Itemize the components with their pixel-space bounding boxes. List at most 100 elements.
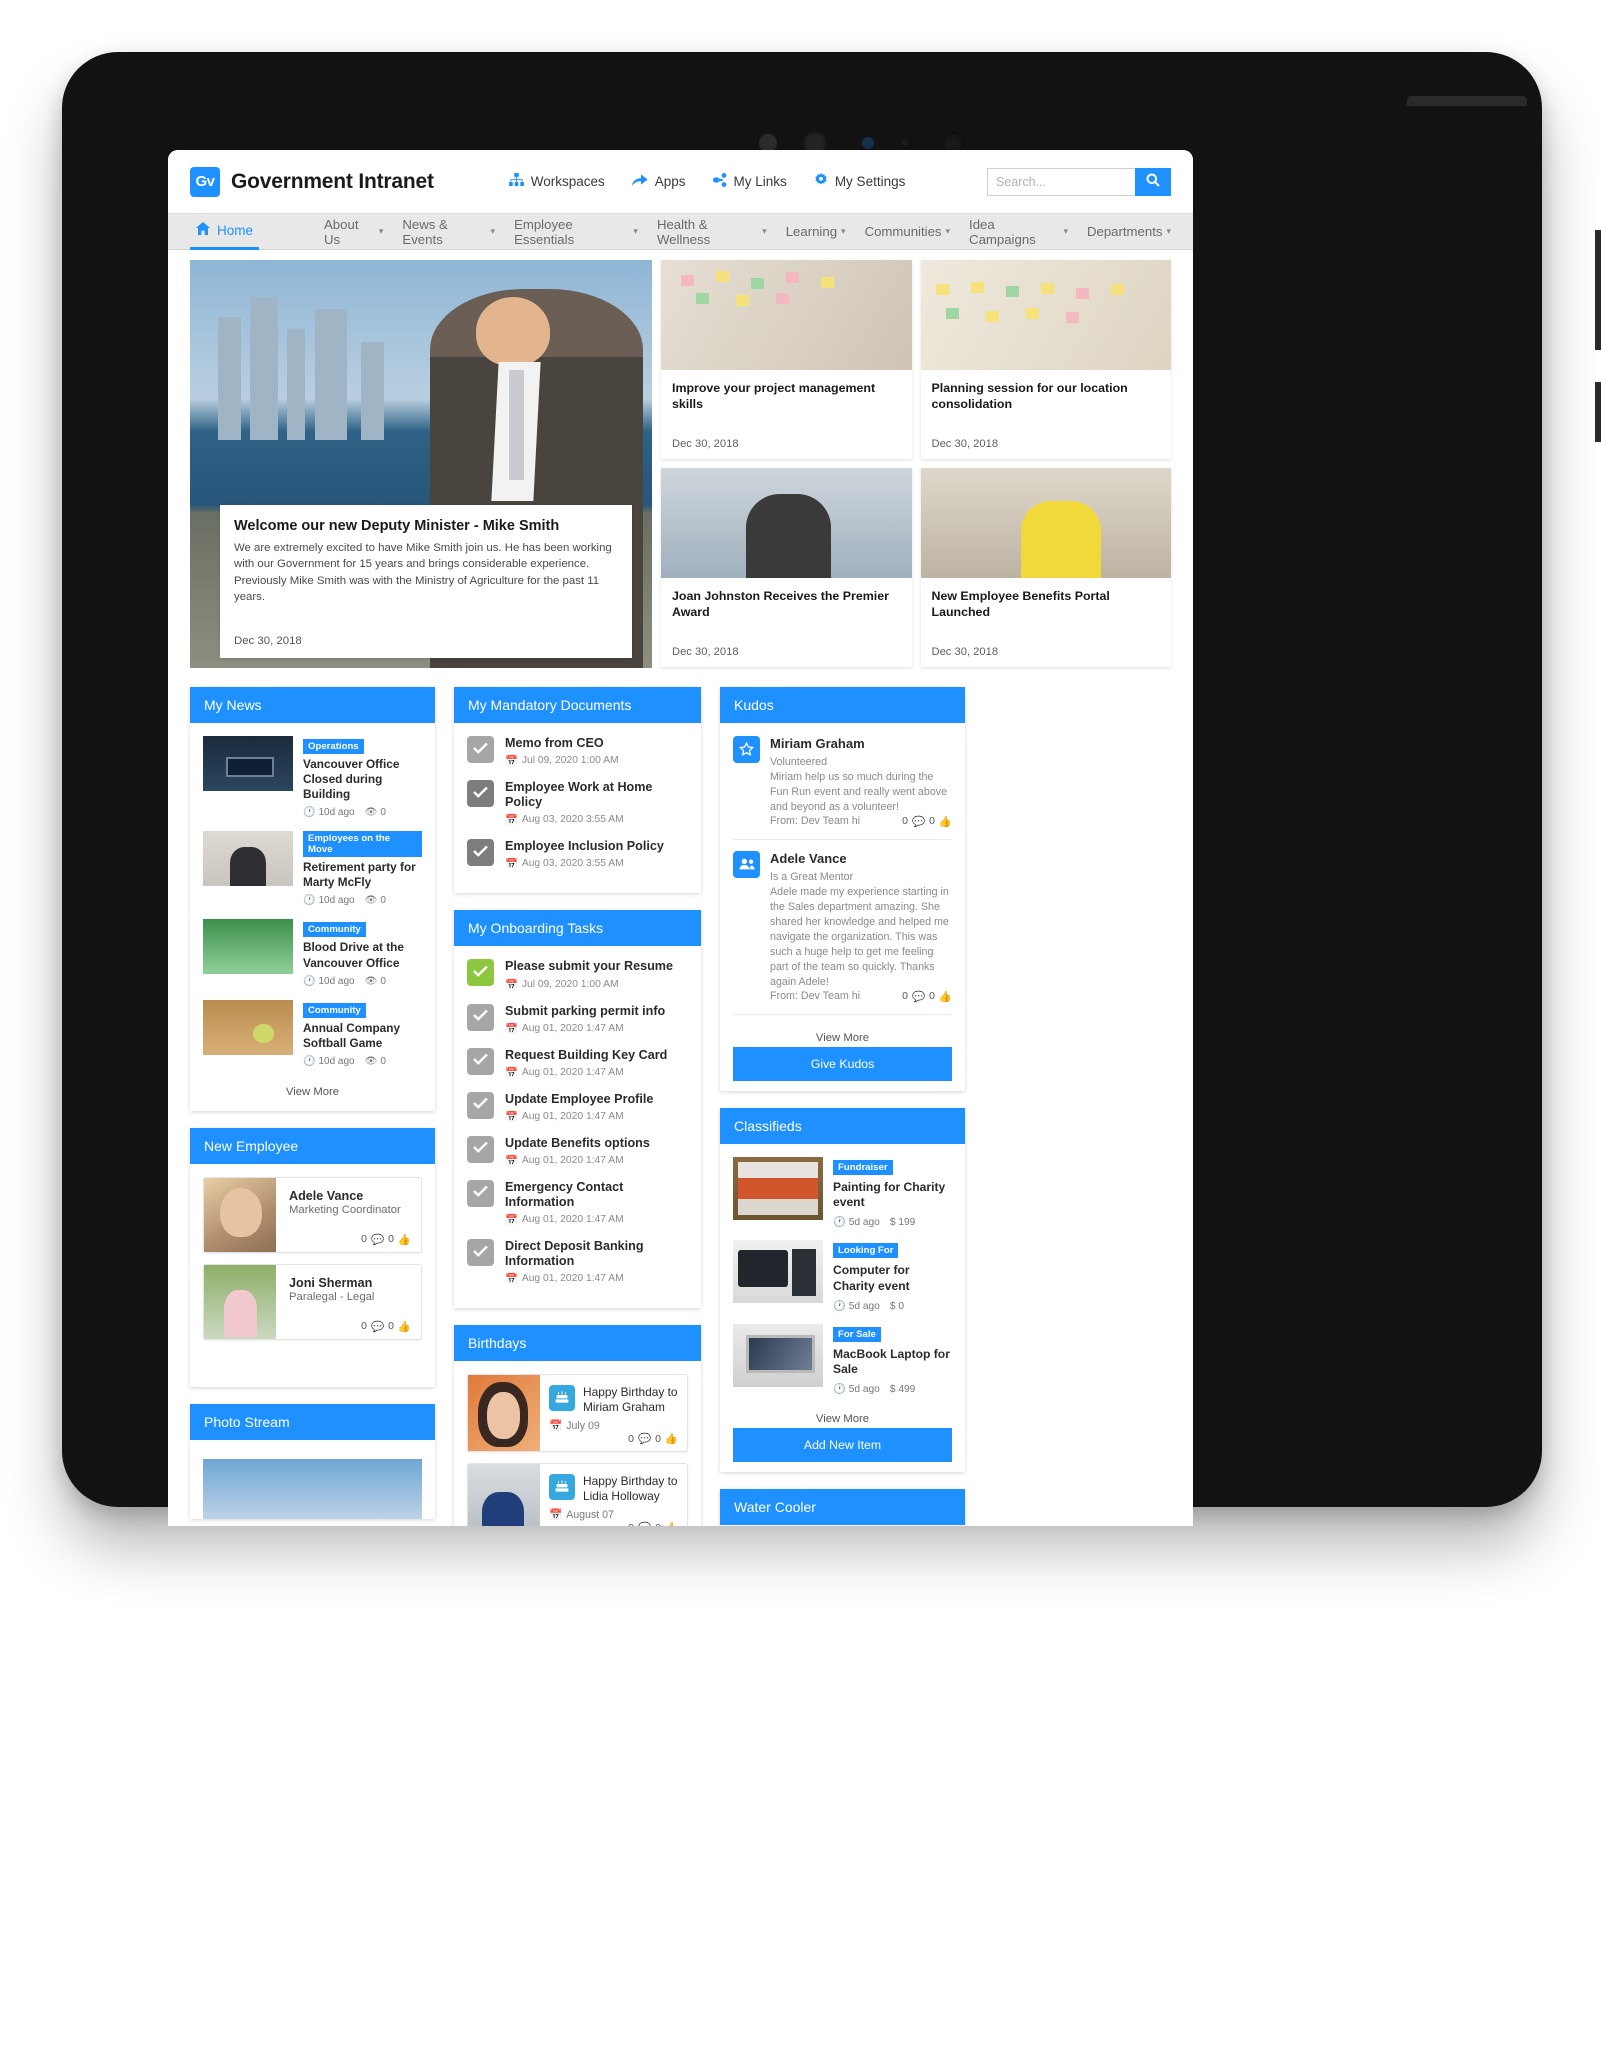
reaction-bar[interactable]: 0 💬 0 👍 xyxy=(902,990,952,1003)
list-item[interactable]: Update Benefits options 📅 Aug 01, 2020 1:… xyxy=(467,1135,688,1167)
comment-icon[interactable]: 💬 xyxy=(371,1233,384,1246)
reaction-bar[interactable]: 0 💬 0 👍 xyxy=(289,1233,411,1246)
checkbox[interactable] xyxy=(467,1003,494,1031)
checkbox[interactable] xyxy=(467,1179,494,1207)
chevron-down-icon: ▾ xyxy=(762,226,767,236)
chevron-down-icon: ▾ xyxy=(945,226,951,236)
comment-icon[interactable]: 💬 xyxy=(912,815,925,828)
comment-icon[interactable]: 💬 xyxy=(371,1320,384,1333)
search-button[interactable] xyxy=(1135,167,1171,196)
checkbox[interactable] xyxy=(467,1135,494,1163)
list-item[interactable]: Request Building Key Card 📅 Aug 01, 2020 … xyxy=(467,1047,688,1079)
check-icon xyxy=(473,741,488,759)
checkbox[interactable] xyxy=(467,736,494,763)
thumbs-up-icon[interactable]: 👍 xyxy=(665,1521,678,1526)
reaction-bar[interactable]: 0 💬 0 👍 xyxy=(902,815,952,828)
app-logo[interactable]: Gv xyxy=(190,166,220,197)
panel-title: Photo Stream xyxy=(190,1403,435,1440)
list-item[interactable]: Update Employee Profile 📅 Aug 01, 2020 1:… xyxy=(467,1091,688,1123)
thumbs-up-icon[interactable]: 👍 xyxy=(939,990,952,1003)
menu-item-about-us[interactable]: About Us ▾ xyxy=(324,217,383,247)
hero-tile-image xyxy=(661,260,912,370)
menu-item-label: Home xyxy=(217,222,254,238)
classified-price: $ 199 xyxy=(889,1217,916,1229)
list-item[interactable]: Employees on the Move Retirement party f… xyxy=(203,831,422,906)
hero-featured-story[interactable]: Welcome our new Deputy Minister - Mike S… xyxy=(190,260,652,668)
list-item[interactable]: For Sale MacBook Laptop for Sale 🕐 5d ago… xyxy=(733,1323,952,1395)
list-item[interactable]: Employee Work at Home Policy 📅 Aug 03, 20… xyxy=(467,780,688,826)
menu-item-idea-campaigns[interactable]: Idea Campaigns ▾ xyxy=(969,217,1068,247)
hero-tile-1[interactable]: Improve your project management skills D… xyxy=(661,260,912,459)
panel-body: Fundraiser Painting for Charity event 🕐 5… xyxy=(720,1144,965,1472)
checkbox[interactable] xyxy=(467,780,494,808)
menu-item-home[interactable]: Home xyxy=(190,213,260,250)
list-item[interactable]: Happy Birthday to Lidia Holloway 📅 August… xyxy=(467,1463,688,1526)
comment-icon[interactable]: 💬 xyxy=(638,1432,651,1445)
view-more-link[interactable]: View More xyxy=(733,1026,952,1047)
news-thumbnail xyxy=(203,919,293,975)
menu-item-news-events[interactable]: News & Events ▾ xyxy=(402,217,495,247)
hero-tile-2[interactable]: Planning session for our location consol… xyxy=(920,260,1171,459)
give-kudos-button[interactable]: Give Kudos xyxy=(733,1046,952,1081)
news-views: 👁 0 xyxy=(364,1055,386,1067)
header-link-my-links[interactable]: My Links xyxy=(712,173,787,190)
search-input[interactable] xyxy=(987,167,1135,196)
list-item[interactable]: Adele Vance Marketing Coordinator 0 💬 0 … xyxy=(203,1176,422,1253)
photo-stream-image[interactable] xyxy=(203,1458,422,1519)
view-more-link[interactable]: View More xyxy=(733,1407,952,1428)
list-item[interactable]: Community Blood Drive at the Vancouver O… xyxy=(203,919,422,987)
list-item[interactable]: Operations Vancouver Office Closed durin… xyxy=(203,736,422,818)
menu-item-employee-essentials[interactable]: Employee Essentials ▾ xyxy=(514,217,638,247)
hero-tile-date: Dec 30, 2018 xyxy=(931,646,999,658)
checkbox[interactable] xyxy=(467,1047,494,1075)
comment-icon[interactable]: 💬 xyxy=(912,990,925,1003)
list-item[interactable]: Looking For Computer for Charity event 🕐… xyxy=(733,1240,952,1312)
tablet-side-button[interactable] xyxy=(1595,382,1601,442)
header-link-apps[interactable]: Apps xyxy=(631,173,686,190)
list-item[interactable]: Happy Birthday to Miriam Graham 📅 July 09… xyxy=(467,1374,688,1453)
list-item[interactable]: Memo from CEO 📅 Jul 09, 2020 1:00 AM xyxy=(467,736,688,767)
checkbox[interactable] xyxy=(467,1239,494,1267)
list-item[interactable]: Submit parking permit info 📅 Aug 01, 2020… xyxy=(467,1003,688,1035)
comment-icon[interactable]: 💬 xyxy=(638,1521,651,1526)
reaction-bar[interactable]: 0 💬 0 👍 xyxy=(549,1521,678,1526)
header-link-label: My Links xyxy=(733,174,787,189)
panel-body: Happy Birthday to Miriam Graham 📅 July 09… xyxy=(454,1361,701,1526)
checkbox[interactable] xyxy=(467,1091,494,1119)
tablet-volume-button[interactable] xyxy=(1595,230,1601,350)
hero-tile-date: Dec 30, 2018 xyxy=(672,646,739,658)
reaction-bar[interactable]: 0 💬 0 👍 xyxy=(549,1432,678,1446)
thumbs-up-icon[interactable]: 👍 xyxy=(939,815,952,828)
thumbs-up-icon[interactable]: 👍 xyxy=(665,1432,678,1445)
list-item[interactable]: Community Annual Company Softball Game 🕐… xyxy=(203,999,422,1067)
menu-item-health-wellness[interactable]: Health & Wellness ▾ xyxy=(657,217,767,247)
thumbs-up-icon[interactable]: 👍 xyxy=(398,1233,411,1246)
view-more-link[interactable]: View More xyxy=(203,1080,422,1101)
list-item[interactable]: Please submit your Resume 📅 Jul 09, 2020 … xyxy=(467,959,688,991)
list-item[interactable]: Fundraiser Painting for Charity event 🕐 5… xyxy=(733,1156,952,1229)
list-item[interactable]: Miriam Graham Volunteered Miriam help us… xyxy=(733,736,952,840)
list-item[interactable]: Joni Sherman Paralegal - Legal 0 💬 0 👍 xyxy=(203,1263,422,1340)
reaction-bar[interactable]: 0 💬 0 👍 xyxy=(289,1320,411,1333)
menu-item-learning[interactable]: Learning ▾ xyxy=(786,224,846,239)
menu-item-departments[interactable]: Departments ▾ xyxy=(1087,224,1171,239)
hero-tile-3[interactable]: Joan Johnston Receives the Premier Award… xyxy=(661,468,912,667)
list-item[interactable]: Direct Deposit Banking Information 📅 Aug … xyxy=(467,1239,688,1285)
list-item[interactable]: Employee Inclusion Policy 📅 Aug 03, 2020 … xyxy=(467,839,688,870)
checkbox[interactable] xyxy=(467,959,494,987)
tablet-power-button[interactable] xyxy=(1407,96,1527,106)
hero-tile-4[interactable]: New Employee Benefits Portal Launched De… xyxy=(920,468,1171,667)
employee-role: Paralegal - Legal xyxy=(289,1290,375,1303)
news-thumbnail xyxy=(203,831,293,887)
news-views: 👁 0 xyxy=(364,807,386,819)
page-title: Government Intranet xyxy=(231,169,434,193)
thumbs-up-icon[interactable]: 👍 xyxy=(398,1320,411,1333)
classified-thumbnail xyxy=(733,1156,823,1220)
header-link-workspaces[interactable]: Workspaces xyxy=(508,173,605,190)
header-link-my-settings[interactable]: My Settings xyxy=(814,173,905,190)
checkbox[interactable] xyxy=(467,839,494,867)
add-new-item-button[interactable]: Add New Item xyxy=(733,1428,952,1463)
list-item[interactable]: Emergency Contact Information 📅 Aug 01, 2… xyxy=(467,1179,688,1226)
list-item[interactable]: Adele Vance Is a Great Mentor Adele made… xyxy=(733,850,952,1015)
menu-item-communities[interactable]: Communities ▾ xyxy=(865,224,950,239)
